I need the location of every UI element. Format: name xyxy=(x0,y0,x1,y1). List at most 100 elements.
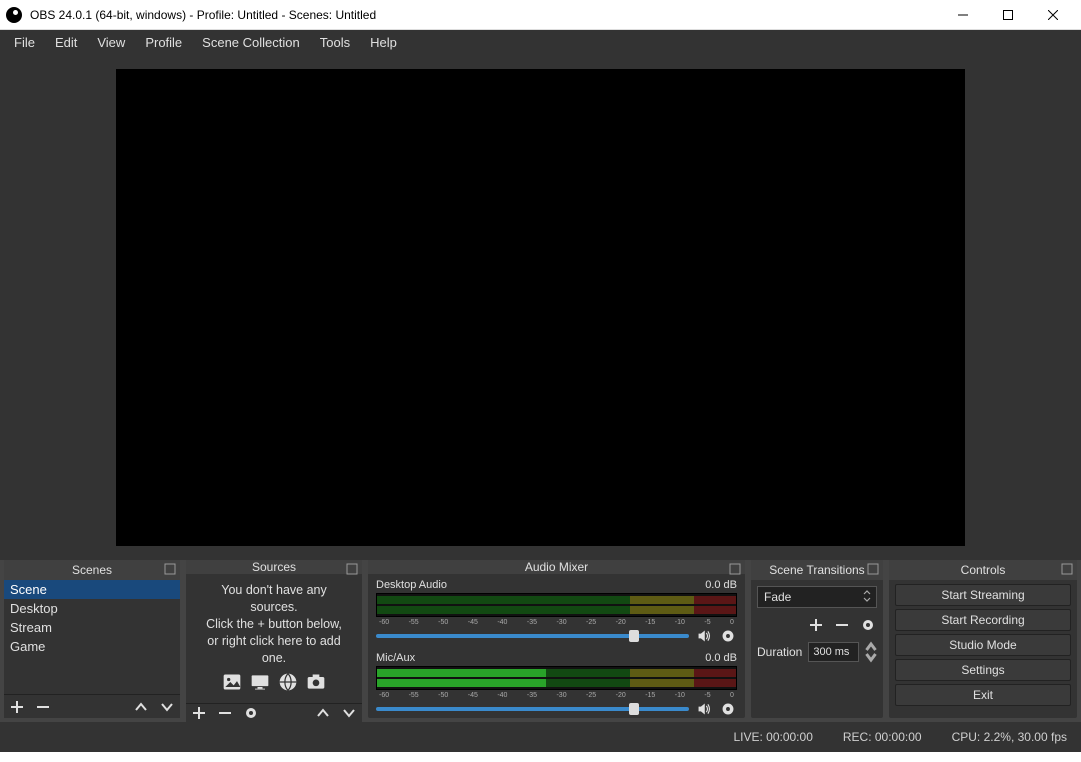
detach-icon[interactable] xyxy=(164,563,176,575)
chevron-updown-icon xyxy=(862,590,872,605)
remove-scene-button[interactable] xyxy=(34,698,52,716)
scenes-panel-title: Scenes xyxy=(72,563,112,577)
tick: -15 xyxy=(645,692,655,699)
tick: -25 xyxy=(586,692,596,699)
sources-hint-text: Click the + button below, xyxy=(196,616,352,633)
transitions-panel: Scene Transitions Fade Duration 300 ms xyxy=(751,560,883,718)
sources-hint-text: or right click here to add one. xyxy=(196,633,352,667)
close-button[interactable] xyxy=(1030,0,1075,30)
tick: -45 xyxy=(468,692,478,699)
scenes-panel-header[interactable]: Scenes xyxy=(4,560,180,580)
sources-panel-title: Sources xyxy=(252,560,296,574)
tick: -60 xyxy=(379,619,389,626)
controls-panel: Controls Start Streaming Start Recording… xyxy=(889,560,1077,718)
image-source-icon xyxy=(221,672,243,697)
transitions-panel-header[interactable]: Scene Transitions xyxy=(751,560,883,580)
spin-down-button[interactable] xyxy=(865,652,877,662)
minimize-button[interactable] xyxy=(940,0,985,30)
detach-icon[interactable] xyxy=(1061,563,1073,575)
detach-icon[interactable] xyxy=(867,563,879,575)
volume-slider[interactable] xyxy=(376,707,689,711)
channel-level: 0.0 dB xyxy=(705,652,737,664)
tick: 0 xyxy=(730,692,734,699)
menu-view[interactable]: View xyxy=(87,32,135,53)
camera-source-icon xyxy=(305,672,327,697)
add-scene-button[interactable] xyxy=(8,698,26,716)
mixer-panel-header[interactable]: Audio Mixer xyxy=(368,560,745,574)
tick: -25 xyxy=(586,619,596,626)
gear-icon[interactable] xyxy=(719,700,737,718)
sources-panel: Sources You don't have any sources. Clic… xyxy=(186,560,362,718)
exit-button[interactable]: Exit xyxy=(895,684,1071,706)
tick: -10 xyxy=(675,692,685,699)
move-source-down-button[interactable] xyxy=(340,704,358,722)
menu-help[interactable]: Help xyxy=(360,32,407,53)
tick: -35 xyxy=(527,692,537,699)
tick: -60 xyxy=(379,692,389,699)
display-source-icon xyxy=(249,672,271,697)
mixer-panel-title: Audio Mixer xyxy=(525,560,588,574)
scenes-list[interactable]: Scene Desktop Stream Game xyxy=(4,580,180,656)
tick: -5 xyxy=(704,692,710,699)
tick: -30 xyxy=(556,619,566,626)
tick: -45 xyxy=(468,619,478,626)
gear-icon[interactable] xyxy=(719,627,737,645)
sources-panel-header[interactable]: Sources xyxy=(186,560,362,574)
menubar: File Edit View Profile Scene Collection … xyxy=(0,30,1081,54)
start-streaming-button[interactable]: Start Streaming xyxy=(895,584,1071,606)
tick: -50 xyxy=(438,692,448,699)
scene-item[interactable]: Game xyxy=(4,637,180,656)
scene-item[interactable]: Scene xyxy=(4,580,180,599)
scene-item[interactable]: Stream xyxy=(4,618,180,637)
vu-meter: -60 -55 -50 -45 -40 -35 -30 -25 -20 -15 … xyxy=(376,593,737,617)
duration-value: 300 ms xyxy=(813,646,849,658)
transition-select[interactable]: Fade xyxy=(757,586,877,608)
scene-item[interactable]: Desktop xyxy=(4,599,180,618)
menu-profile[interactable]: Profile xyxy=(135,32,192,53)
status-bar: LIVE: 00:00:00 REC: 00:00:00 CPU: 2.2%, … xyxy=(0,722,1081,752)
app-icon xyxy=(6,7,22,23)
add-source-button[interactable] xyxy=(190,704,208,722)
maximize-button[interactable] xyxy=(985,0,1030,30)
docks-row: Scenes Scene Desktop Stream Game Sources xyxy=(0,560,1081,722)
tick: -30 xyxy=(556,692,566,699)
transition-properties-button[interactable] xyxy=(859,616,877,634)
menu-file[interactable]: File xyxy=(4,32,45,53)
globe-source-icon xyxy=(277,672,299,697)
preview-canvas[interactable] xyxy=(116,69,965,546)
vu-meter: -60 -55 -50 -45 -40 -35 -30 -25 -20 -15 … xyxy=(376,666,737,690)
volume-slider[interactable] xyxy=(376,634,689,638)
tick: -20 xyxy=(616,619,626,626)
remove-transition-button[interactable] xyxy=(833,616,851,634)
move-scene-up-button[interactable] xyxy=(132,698,150,716)
controls-panel-header[interactable]: Controls xyxy=(889,560,1077,580)
sources-hint-text: You don't have any sources. xyxy=(196,582,352,616)
move-scene-down-button[interactable] xyxy=(158,698,176,716)
add-transition-button[interactable] xyxy=(807,616,825,634)
menu-scene-collection[interactable]: Scene Collection xyxy=(192,32,310,53)
tick: -55 xyxy=(409,619,419,626)
transition-selected-label: Fade xyxy=(764,590,791,604)
mixer-channel: Desktop Audio 0.0 dB -60 -55 -50 -45 -40 xyxy=(368,576,745,645)
settings-button[interactable]: Settings xyxy=(895,659,1071,681)
menu-tools[interactable]: Tools xyxy=(310,32,360,53)
menu-edit[interactable]: Edit xyxy=(45,32,87,53)
source-properties-button[interactable] xyxy=(242,704,260,722)
studio-mode-button[interactable]: Studio Mode xyxy=(895,634,1071,656)
tick: -15 xyxy=(645,619,655,626)
channel-name: Mic/Aux xyxy=(376,652,415,664)
mixer-channel: Mic/Aux 0.0 dB -60 -55 -50 -45 -40 -35 xyxy=(368,649,745,718)
move-source-up-button[interactable] xyxy=(314,704,332,722)
duration-label: Duration xyxy=(757,645,802,659)
preview-area xyxy=(0,54,1081,560)
status-live: LIVE: 00:00:00 xyxy=(733,730,812,744)
sources-list[interactable]: You don't have any sources. Click the + … xyxy=(186,574,362,703)
tick: 0 xyxy=(730,619,734,626)
tick: -5 xyxy=(704,619,710,626)
duration-input[interactable]: 300 ms xyxy=(808,642,859,662)
remove-source-button[interactable] xyxy=(216,704,234,722)
speaker-icon[interactable] xyxy=(695,627,713,645)
start-recording-button[interactable]: Start Recording xyxy=(895,609,1071,631)
status-cpu: CPU: 2.2%, 30.00 fps xyxy=(952,730,1067,744)
speaker-icon[interactable] xyxy=(695,700,713,718)
